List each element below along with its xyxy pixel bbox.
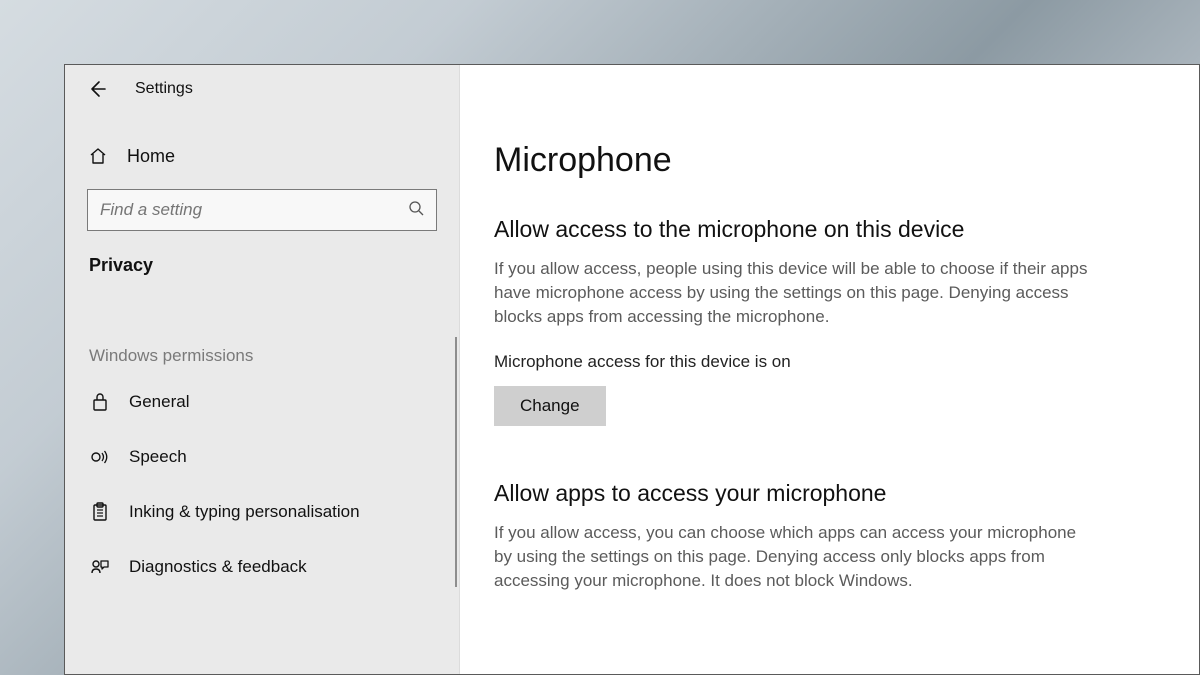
sidebar-home[interactable]: Home	[65, 113, 459, 169]
change-button[interactable]: Change	[494, 386, 606, 426]
settings-window: Settings Home Privacy Windows permission…	[64, 64, 1200, 675]
sidebar-section-label: Windows permissions	[65, 276, 459, 374]
search-icon	[408, 200, 424, 221]
sidebar-item-label: Speech	[129, 447, 187, 467]
home-icon	[87, 146, 109, 166]
section2-heading: Allow apps to access your microphone	[494, 480, 1169, 507]
section2-body: If you allow access, you can choose whic…	[494, 521, 1094, 592]
section1-heading: Allow access to the microphone on this d…	[494, 216, 1169, 243]
sidebar-category: Privacy	[65, 231, 459, 276]
sidebar-item-diagnostics[interactable]: Diagnostics & feedback	[65, 539, 459, 594]
section1-body: If you allow access, people using this d…	[494, 257, 1094, 328]
clipboard-icon	[89, 502, 111, 522]
mic-access-status: Microphone access for this device is on	[494, 352, 1169, 372]
content-pane: Microphone Allow access to the microphon…	[460, 65, 1199, 674]
sidebar-item-inking[interactable]: Inking & typing personalisation	[65, 484, 459, 539]
page-title: Microphone	[494, 141, 1169, 180]
sidebar-item-label: Diagnostics & feedback	[129, 557, 307, 577]
sidebar-item-speech[interactable]: Speech	[65, 429, 459, 484]
search-box[interactable]	[87, 189, 437, 231]
search-container	[87, 189, 437, 231]
sidebar-scroll-indicator[interactable]	[455, 337, 457, 587]
window-title: Settings	[135, 80, 193, 98]
search-input[interactable]	[100, 200, 408, 220]
sidebar: Settings Home Privacy Windows permission…	[65, 65, 460, 674]
lock-icon	[89, 392, 111, 412]
back-icon[interactable]	[87, 79, 107, 99]
sidebar-item-general[interactable]: General	[65, 374, 459, 429]
speech-icon	[89, 447, 111, 467]
feedback-icon	[89, 557, 111, 577]
sidebar-item-label: General	[129, 392, 189, 412]
sidebar-home-label: Home	[127, 146, 175, 167]
sidebar-nav: General Speech Inking & typing personali…	[65, 374, 459, 594]
sidebar-item-label: Inking & typing personalisation	[129, 502, 360, 522]
titlebar: Settings	[65, 65, 459, 113]
